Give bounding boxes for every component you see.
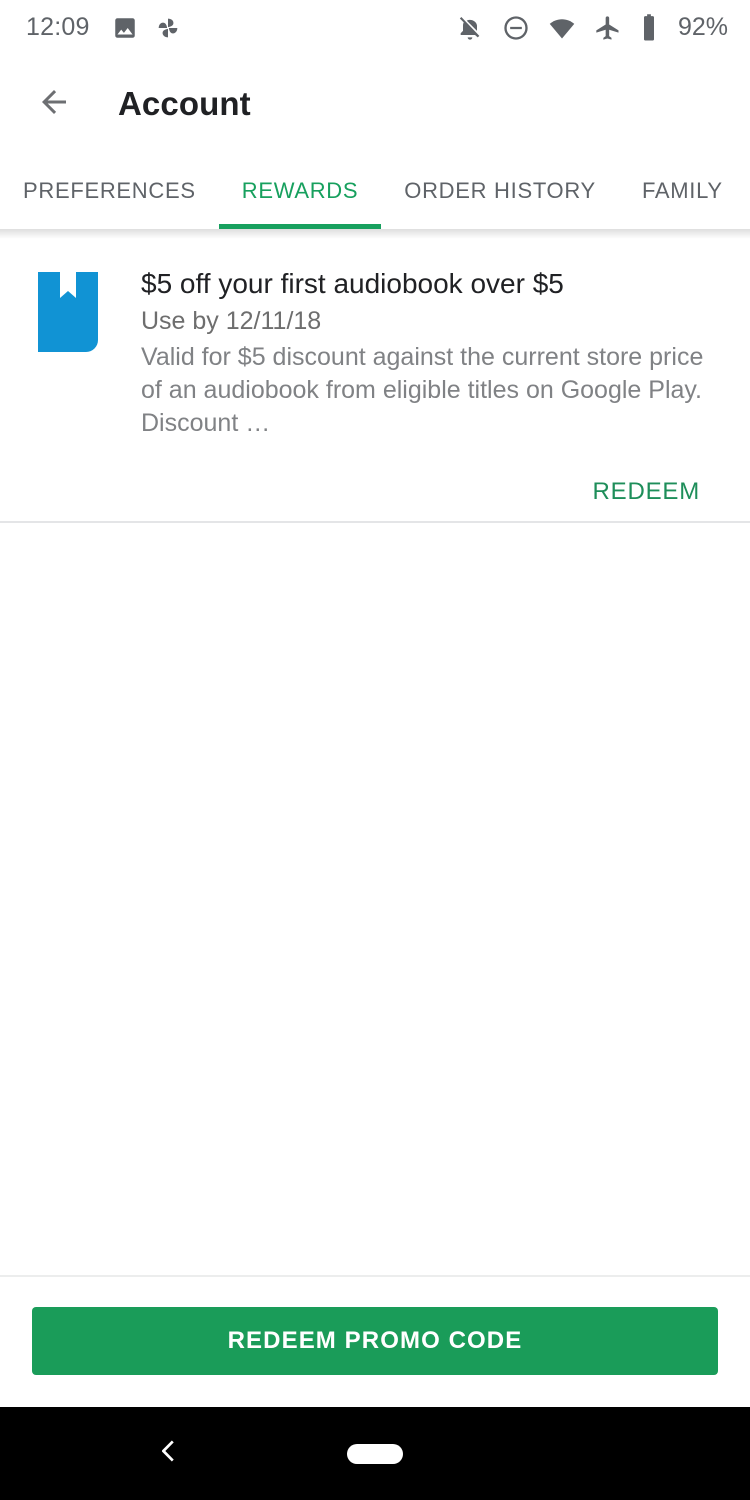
tab-label: ORDER HISTORY <box>404 178 596 203</box>
back-arrow-icon <box>36 84 72 125</box>
image-icon <box>112 15 138 41</box>
nav-home-pill-button[interactable] <box>347 1443 403 1464</box>
notifications-off-icon <box>456 14 484 42</box>
tab-preferences[interactable]: PREFERENCES <box>0 153 219 229</box>
reward-card[interactable]: $5 off your first audiobook over $5 Use … <box>0 239 750 514</box>
app-screen: 12:09 92% Account PREFERENCES REWARDS OR… <box>0 0 750 1500</box>
wifi-icon <box>548 14 576 42</box>
rewards-list-empty-area <box>0 523 750 1275</box>
back-button[interactable] <box>18 68 90 140</box>
tab-bar: PREFERENCES REWARDS ORDER HISTORY FAMILY <box>0 153 750 229</box>
tab-family[interactable]: FAMILY <box>619 153 746 229</box>
battery-icon <box>640 13 658 43</box>
tab-label: PREFERENCES <box>23 178 196 203</box>
nav-back-button[interactable] <box>140 1424 200 1484</box>
redeem-promo-code-button[interactable]: REDEEM PROMO CODE <box>32 1307 718 1375</box>
reward-text-block: $5 off your first audiobook over $5 Use … <box>138 267 720 440</box>
reward-description: Valid for $5 discount against the curren… <box>141 342 704 437</box>
tab-label: FAMILY <box>641 178 723 203</box>
redeem-button[interactable]: REDEEM <box>581 470 712 514</box>
reward-icon-container <box>38 267 138 357</box>
status-bar: 12:09 92% <box>0 0 750 55</box>
bottom-action-bar: REDEEM PROMO CODE <box>0 1277 750 1407</box>
status-bar-notification-icons <box>112 15 181 41</box>
reward-card-body: $5 off your first audiobook over $5 Use … <box>38 267 720 440</box>
tab-rewards[interactable]: REWARDS <box>218 153 382 229</box>
pinwheel-icon <box>155 15 181 41</box>
app-bar: Account <box>0 55 750 153</box>
tab-active-indicator <box>218 224 382 229</box>
book-bookmark-icon <box>38 272 98 356</box>
page-title: Account <box>118 85 251 122</box>
reward-title: $5 off your first audiobook over $5 <box>141 268 564 299</box>
tab-order-history[interactable]: ORDER HISTORY <box>381 153 619 229</box>
reward-card-actions: REDEEM <box>38 440 720 514</box>
battery-percentage-label: 92% <box>677 13 728 41</box>
tab-bar-shadow <box>0 229 750 239</box>
android-navigation-bar <box>0 1407 750 1500</box>
chevron-back-icon <box>156 1434 184 1473</box>
airplane-mode-icon <box>594 14 622 42</box>
tab-label: REWARDS <box>241 178 359 203</box>
status-bar-clock: 12:09 <box>26 13 90 41</box>
reward-expiry: Use by 12/11/18 <box>141 307 322 336</box>
status-bar-system-icons: 92% <box>456 13 728 43</box>
do-not-disturb-icon <box>502 14 530 42</box>
